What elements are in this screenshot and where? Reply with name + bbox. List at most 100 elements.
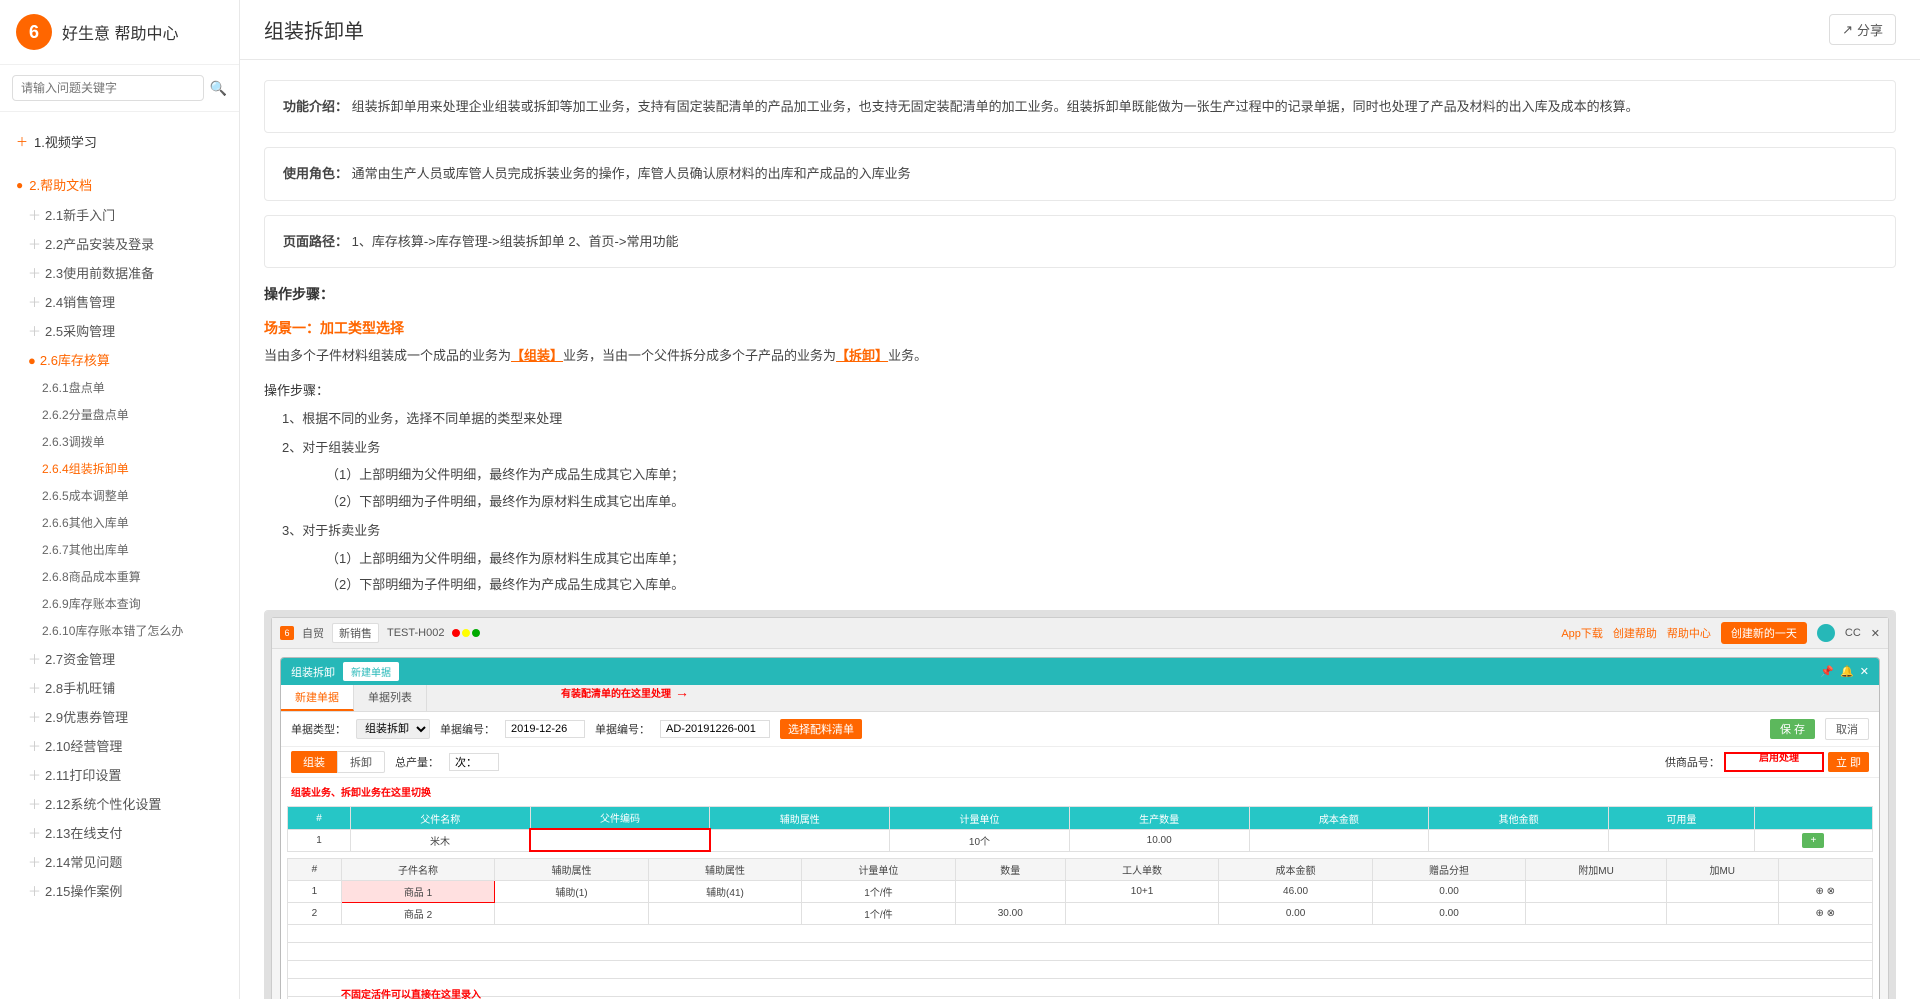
create-new-btn[interactable]: 创建新的一天: [1721, 622, 1807, 644]
sidebar-item-stockcheck[interactable]: 2.6.9库存账本查询: [0, 590, 239, 617]
min-dot: [462, 629, 470, 637]
search-icon[interactable]: 🔍: [210, 80, 227, 97]
upper-row-qty: 10.00: [1069, 829, 1249, 851]
upper-th-unit: 计量单位: [890, 807, 1070, 830]
bom-confirm-btn[interactable]: 立 即: [1828, 752, 1869, 772]
lr-1-gift: 0.00: [1372, 881, 1525, 903]
sidebar-item-install[interactable]: ＋2.2产品安装及登录: [0, 229, 239, 258]
bom-btn[interactable]: 选择配料清单: [780, 719, 862, 739]
sidebar-item-stockcount[interactable]: 2.6.1盘点单: [0, 374, 239, 401]
sidebar-item-purchase[interactable]: ＋2.5采购管理: [0, 316, 239, 345]
inner-app: 组装拆卸 新建单据 📌 🔔 ✕ 新建单据: [280, 657, 1880, 999]
close-dot: [452, 629, 460, 637]
annotation-toggle: 组装业务、拆卸业务在这里切换: [291, 784, 431, 799]
table-row: [288, 961, 1873, 979]
search-input[interactable]: [12, 75, 204, 101]
sidebar-item-partialcount[interactable]: 2.6.2分量盘点单: [0, 401, 239, 428]
tab-newdoc[interactable]: 新建单据: [281, 685, 354, 711]
annotation-bom-text: 有装配清单的在这里处理: [561, 685, 671, 700]
sidebar-item-finance[interactable]: ＋2.7资金管理: [0, 644, 239, 673]
sidebar-item-sales[interactable]: ＋2.4销售管理: [0, 287, 239, 316]
sidebar-item-otherout[interactable]: 2.6.7其他出库单: [0, 536, 239, 563]
assembly-sub2: （2）下部明细为子件明细，最终作为原材料生成其它出库单。: [326, 490, 1896, 513]
lower-th-cost: 成本金额: [1219, 859, 1372, 881]
upper-th-ops: [1754, 807, 1872, 830]
lr-2-qty: 30.00: [955, 903, 1065, 925]
app-download-link[interactable]: App下载: [1561, 625, 1603, 641]
date-input[interactable]: [505, 720, 585, 738]
sidebar-item-coupon[interactable]: ＋2.9优惠券管理: [0, 702, 239, 731]
annotation-enable-text: 启用处理: [1759, 753, 1799, 764]
lower-th-attr1: 辅助属性: [495, 859, 648, 881]
lr-2-attr2: [648, 903, 801, 925]
sidebar-item-video[interactable]: ＋ 1.视频学习: [0, 126, 239, 157]
scene1-desc: 当由多个子件材料组装成一个成品的业务为【组装】业务，当由一个父件拆分成多个子产品…: [264, 344, 1896, 367]
upper-row-num: 1: [288, 829, 351, 851]
role-block: 使用角色： 通常由生产人员或库管人员完成拆装业务的操作，库管人员确认原材料的出库…: [264, 147, 1896, 200]
inner-header-right: 📌 🔔 ✕: [1820, 665, 1869, 678]
sidebar-item-accounterr[interactable]: 2.6.10库存账本错了怎么办: [0, 617, 239, 644]
help-center-link[interactable]: 帮助中心: [1667, 625, 1711, 641]
sales-icon: ＋: [28, 295, 41, 310]
annotation-toggle-text: 组装业务、拆卸业务在这里切换: [291, 788, 431, 799]
sidebar-item-onlinepay[interactable]: ＋2.13在线支付: [0, 818, 239, 847]
cases-icon: ＋: [28, 884, 41, 899]
sidebar-item-adj[interactable]: 2.6.3调拨单: [0, 428, 239, 455]
sidebar-item-faq[interactable]: ＋2.14常见问题: [0, 847, 239, 876]
share-button[interactable]: ↗ 分享: [1829, 14, 1896, 45]
search-bar: 🔍: [0, 65, 239, 112]
print-icon: ＋: [28, 768, 41, 783]
substeps-heading: 操作步骤：: [264, 380, 1896, 399]
titlebar-right: App下载 创建帮助 帮助中心 创建新的一天 CC ✕: [1561, 622, 1880, 644]
bom-label: 供商品号：: [1665, 754, 1720, 770]
step2: 2、对于组装业务 （1）上部明细为父件明细，最终作为产成品生成其它入库单； （2…: [282, 436, 1896, 513]
main-area: 组装拆卸单 ↗ 分享 功能介绍： 组装拆卸单用来处理企业组装或拆卸等加工业务，支…: [240, 0, 1920, 999]
upper-add-btn[interactable]: +: [1802, 833, 1824, 848]
sidebar-item-costadjust[interactable]: 2.6.5成本调整单: [0, 482, 239, 509]
upper-th-name: 父件名称: [350, 807, 530, 830]
coupon-icon: ＋: [28, 710, 41, 725]
sidebar-item-assembly[interactable]: 2.6.4组装拆卸单: [0, 455, 239, 482]
bom-area: 选择配料清单: [780, 719, 862, 739]
close-icon[interactable]: ✕: [1871, 627, 1880, 640]
sidebar-item-inventory[interactable]: ●2.6库存核算: [0, 345, 239, 374]
upper-row-code: [530, 829, 710, 851]
disassembly-toggle-btn[interactable]: 拆卸: [337, 751, 385, 773]
assembly-toggle-btn[interactable]: 组装: [291, 751, 337, 773]
sidebar-item-custom[interactable]: ＋2.12系统个性化设置: [0, 789, 239, 818]
step-list: 1、根据不同的业务，选择不同单据的类型来处理 2、对于组装业务 （1）上部明细为…: [282, 407, 1896, 597]
sidebar-item-dataprep[interactable]: ＋2.3使用前数据准备: [0, 258, 239, 287]
sidebar-item-newcomer[interactable]: ＋2.1新手入门: [0, 200, 239, 229]
lr-1-ops: ⊕ ⊗: [1778, 881, 1872, 903]
sidebar: 6 好生意 帮助中心 🔍 ＋ 1.视频学习 ● 2.帮助文档 ＋2.1新手入门 …: [0, 0, 240, 999]
cancel-btn[interactable]: 取消: [1825, 718, 1869, 740]
inner-header-close[interactable]: ✕: [1860, 665, 1869, 678]
sidebar-item-costrecalc[interactable]: 2.6.8商品成本重算: [0, 563, 239, 590]
docnum-input[interactable]: [660, 720, 770, 738]
inner-header-icon2: 🔔: [1840, 665, 1854, 678]
table-row: 2 商品 2 1个/件 30.00 0.00: [288, 903, 1873, 925]
sidebar-item-mobile[interactable]: ＋2.8手机旺铺: [0, 673, 239, 702]
lr-2-unit: 1个/件: [802, 903, 955, 925]
sidebar-item-docs-label: 2.帮助文档: [29, 175, 92, 194]
purchase-icon: ＋: [28, 324, 41, 339]
doctype-select[interactable]: 组装拆卸: [356, 719, 430, 739]
create-help-link[interactable]: 创建帮助: [1613, 625, 1657, 641]
minus-icon: ●: [16, 178, 23, 192]
intro-label: 功能介绍：: [283, 99, 348, 114]
lr-2-mu: [1666, 903, 1778, 925]
inner-newdoc-btn[interactable]: 新建单据: [343, 662, 399, 681]
sidebar-item-cases[interactable]: ＋2.15操作案例: [0, 876, 239, 905]
sidebar-item-otherin[interactable]: 2.6.6其他入库单: [0, 509, 239, 536]
sidebar-item-docs[interactable]: ● 2.帮助文档: [0, 169, 239, 200]
count-input[interactable]: [449, 753, 499, 771]
lr-1-worker: 10+1: [1065, 881, 1218, 903]
sidebar-item-operations[interactable]: ＋2.10经营管理: [0, 731, 239, 760]
sidebar-item-print[interactable]: ＋2.11打印设置: [0, 760, 239, 789]
sidebar-section-video: ＋ 1.视频学习: [0, 120, 239, 163]
main-content: 功能介绍： 组装拆卸单用来处理企业组装或拆卸等加工业务，支持有固定装配清单的产品…: [240, 60, 1920, 999]
tab-list[interactable]: 单据列表: [354, 685, 427, 711]
titlebar-modules: 新销售: [332, 623, 379, 643]
onlinepay-icon: ＋: [28, 826, 41, 841]
save-btn[interactable]: 保 存: [1770, 719, 1815, 739]
